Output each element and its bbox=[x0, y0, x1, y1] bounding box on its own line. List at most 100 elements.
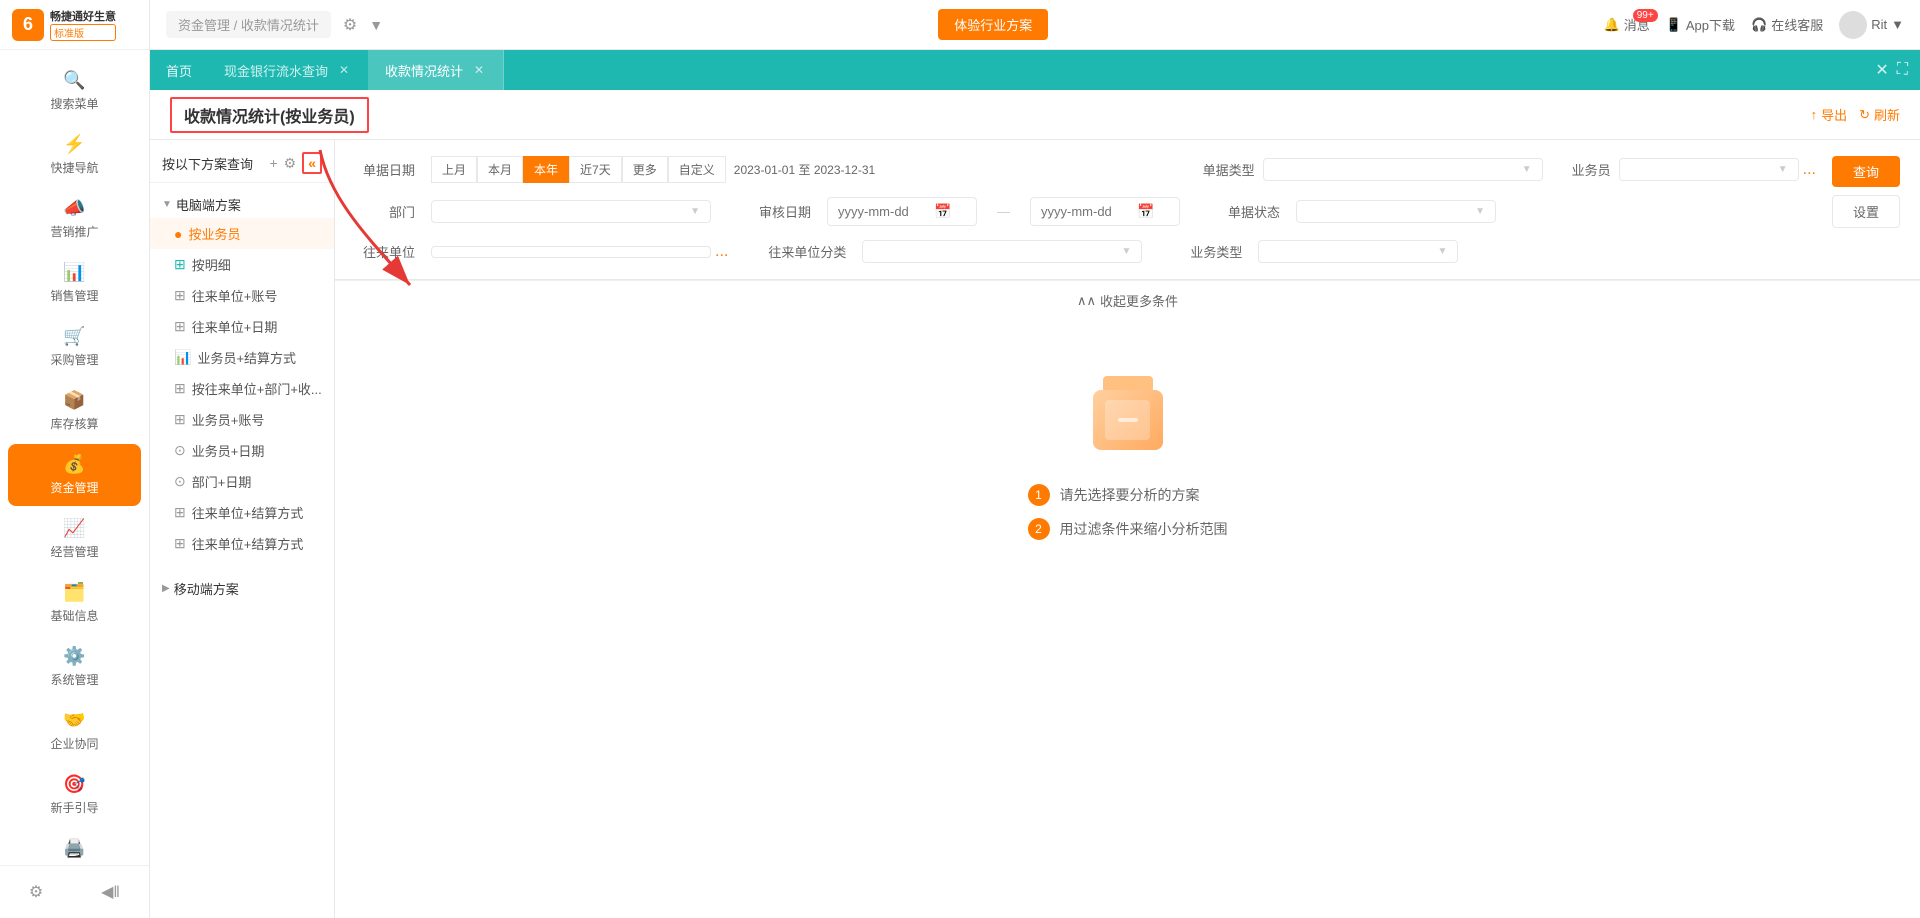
cart-icon: 🛒 bbox=[63, 326, 85, 347]
date-btn-custom[interactable]: 自定义 bbox=[668, 156, 726, 183]
filter-row-3: 往来单位 ... 往来单位分类 ▼ bbox=[355, 240, 1816, 263]
unit-select[interactable] bbox=[431, 246, 711, 258]
settings-button[interactable]: 设置 bbox=[1832, 195, 1900, 228]
tree-item-unit-dept-collect[interactable]: ⊞ 按往来单位+部门+收... bbox=[150, 373, 334, 404]
query-button[interactable]: 查询 bbox=[1832, 156, 1900, 187]
filter-buttons: 查询 设置 bbox=[1816, 156, 1900, 263]
maximize-window-icon[interactable]: ⛶ bbox=[1897, 61, 1908, 79]
date-btn-this-year[interactable]: 本年 bbox=[523, 156, 569, 183]
date-btn-this-month[interactable]: 本月 bbox=[477, 156, 523, 183]
calendar-end-icon[interactable]: 📅 bbox=[1137, 203, 1154, 220]
sidebar-item-finance[interactable]: 💰 资金管理 bbox=[8, 444, 141, 506]
salesperson-more-btn[interactable]: ... bbox=[1803, 161, 1816, 179]
notifications-btn[interactable]: 🔔 消息 99+ bbox=[1604, 15, 1650, 34]
tree-item-unit-settle2[interactable]: ⊞ 往来单位+结算方式 bbox=[150, 528, 334, 559]
tree-item-unit-date[interactable]: ⊞ 往来单位+日期 bbox=[150, 311, 334, 342]
collapse-bar[interactable]: ∧∧ 收起更多条件 bbox=[335, 280, 1920, 320]
sidebar-settings-btn[interactable]: ⚙ bbox=[25, 878, 47, 906]
calendar-start-icon[interactable]: 📅 bbox=[934, 203, 951, 220]
panel-collapse-btn[interactable]: « bbox=[302, 152, 322, 174]
review-date-start-input[interactable]: 📅 bbox=[827, 197, 977, 226]
data-area: 1 请先选择要分析的方案 2 用过滤条件来缩小分析范围 bbox=[335, 320, 1920, 918]
sidebar-item-purchase[interactable]: 🛒 采购管理 bbox=[8, 316, 141, 378]
sidebar-item-quicknav[interactable]: ⚡ 快捷导航 bbox=[8, 124, 141, 186]
tree-item-dept-date[interactable]: ⊙ 部门+日期 bbox=[150, 466, 334, 497]
header-dropdown-icon[interactable]: ▼ bbox=[369, 17, 383, 33]
sidebar-collapse-btn[interactable]: ◀‖ bbox=[97, 878, 124, 906]
review-date-end-field[interactable] bbox=[1041, 204, 1131, 219]
tab-collection-close[interactable]: ✕ bbox=[471, 62, 487, 78]
tab-cash-flow[interactable]: 现金银行流水查询 ✕ bbox=[208, 50, 369, 90]
tree-item-detail[interactable]: ⊞ 按明细 bbox=[150, 249, 334, 280]
gear-icon: ⚙️ bbox=[63, 646, 85, 667]
unit-label: 往来单位 bbox=[355, 242, 415, 261]
clock-icon: ⊙ bbox=[174, 442, 186, 459]
review-date-end-input[interactable]: 📅 bbox=[1030, 197, 1180, 226]
mobile-section-header[interactable]: ▶ 移动端方案 bbox=[150, 575, 334, 602]
header-settings-icon[interactable]: ⚙ bbox=[343, 15, 357, 35]
export-btn[interactable]: ↑ 导出 bbox=[1811, 105, 1848, 124]
biz-type-select[interactable]: ▼ bbox=[1258, 240, 1458, 263]
table-icon-6: ⊞ bbox=[174, 535, 186, 552]
tree-item-salesperson[interactable]: ● 按业务员 bbox=[150, 218, 334, 249]
sidebar-item-guide[interactable]: 🎯 新手引导 bbox=[8, 764, 141, 826]
trial-button[interactable]: 体验行业方案 bbox=[938, 9, 1048, 40]
sidebar-item-marketing[interactable]: 📣 营销推广 bbox=[8, 188, 141, 250]
tab-collection[interactable]: 收款情况统计 ✕ bbox=[369, 50, 504, 90]
collapse-up-icon: ∧∧ bbox=[1077, 293, 1096, 309]
sidebar-item-sales[interactable]: 📊 销售管理 bbox=[8, 252, 141, 314]
salesperson-select[interactable]: ▼ bbox=[1619, 158, 1799, 181]
page-header: 收款情况统计(按业务员) ↑ 导出 ↻ 刷新 bbox=[150, 90, 1920, 140]
user-menu[interactable]: Rit ▼ bbox=[1839, 11, 1904, 39]
sidebar-item-label: 企业协同 bbox=[50, 735, 98, 752]
sidebar-item-label: 系统管理 bbox=[50, 671, 98, 688]
sidebar-item-base[interactable]: 🗂️ 基础信息 bbox=[8, 572, 141, 634]
sidebar-item-inventory[interactable]: 📦 库存核算 bbox=[8, 380, 141, 442]
panel-settings-btn[interactable]: ⚙ bbox=[284, 155, 297, 172]
tree-item-unit-account[interactable]: ⊞ 往来单位+账号 bbox=[150, 280, 334, 311]
voucher-type-select[interactable]: ▼ bbox=[1263, 158, 1543, 181]
sidebar-item-label: 销售管理 bbox=[50, 287, 98, 304]
date-separator: — bbox=[997, 204, 1010, 219]
sidebar-item-operation[interactable]: 📈 经营管理 bbox=[8, 508, 141, 570]
date-btn-last-month[interactable]: 上月 bbox=[431, 156, 477, 183]
refresh-btn[interactable]: ↻ 刷新 bbox=[1859, 105, 1900, 124]
date-btn-more[interactable]: 更多 bbox=[622, 156, 668, 183]
app-download-btn[interactable]: 📱 App下载 bbox=[1666, 15, 1735, 34]
date-btn-7days[interactable]: 近7天 bbox=[569, 156, 622, 183]
desktop-section-header[interactable]: ▼ 电脑端方案 bbox=[150, 191, 334, 218]
export-label: 导出 bbox=[1821, 105, 1847, 124]
unit-category-select[interactable]: ▼ bbox=[862, 240, 1142, 263]
table-icon-4: ⊞ bbox=[174, 411, 186, 428]
panel-add-btn[interactable]: + bbox=[269, 155, 277, 171]
voucher-status-select[interactable]: ▼ bbox=[1296, 200, 1496, 223]
sidebar-item-system[interactable]: ⚙️ 系统管理 bbox=[8, 636, 141, 698]
content-area: 按以下方案查询 + ⚙ « ▼ 电脑端方案 ● 按业务员 bbox=[150, 140, 1920, 918]
tree-item-salesperson-account[interactable]: ⊞ 业务员+账号 bbox=[150, 404, 334, 435]
tree-item-label: 按往来单位+部门+收... bbox=[192, 379, 322, 398]
page-header-actions: ↑ 导出 ↻ 刷新 bbox=[1811, 105, 1900, 124]
dept-select[interactable]: ▼ bbox=[431, 200, 711, 223]
tree-item-salesperson-date[interactable]: ⊙ 业务员+日期 bbox=[150, 435, 334, 466]
unit-category-arrow-icon: ▼ bbox=[1121, 246, 1131, 257]
sidebar-item-label: 营销推广 bbox=[50, 223, 98, 240]
review-date-start-field[interactable] bbox=[838, 204, 928, 219]
sidebar: 6 畅捷通好生意 标准版 🔍 搜索菜单 ⚡ 快捷导航 📣 营销推广 📊 销 bbox=[0, 0, 150, 918]
user-avatar bbox=[1839, 11, 1867, 39]
tree-item-salesperson-settle[interactable]: 📊 业务员+结算方式 bbox=[150, 342, 334, 373]
salesperson-active-icon: ● bbox=[174, 226, 182, 242]
online-service-btn[interactable]: 🎧 在线客服 bbox=[1751, 15, 1823, 34]
sidebar-logo: 6 畅捷通好生意 标准版 bbox=[0, 0, 149, 50]
tree-item-unit-settle1[interactable]: ⊞ 往来单位+结算方式 bbox=[150, 497, 334, 528]
tab-cash-flow-close[interactable]: ✕ bbox=[336, 62, 352, 78]
printer-icon: 🖨️ bbox=[63, 838, 85, 859]
unit-more-btn[interactable]: ... bbox=[715, 243, 728, 261]
tab-home[interactable]: 首页 bbox=[150, 50, 208, 90]
sidebar-item-search[interactable]: 🔍 搜索菜单 bbox=[8, 60, 141, 122]
sidebar-item-hardware[interactable]: 🖨️ 智能硬件 bbox=[8, 828, 141, 865]
sidebar-item-enterprise[interactable]: 🤝 企业协同 bbox=[8, 700, 141, 762]
date-label: 单据日期 bbox=[355, 160, 415, 179]
tree-item-label: 部门+日期 bbox=[192, 472, 252, 491]
left-panel: 按以下方案查询 + ⚙ « ▼ 电脑端方案 ● 按业务员 bbox=[150, 140, 335, 918]
close-window-icon[interactable]: ✕ bbox=[1875, 60, 1888, 80]
